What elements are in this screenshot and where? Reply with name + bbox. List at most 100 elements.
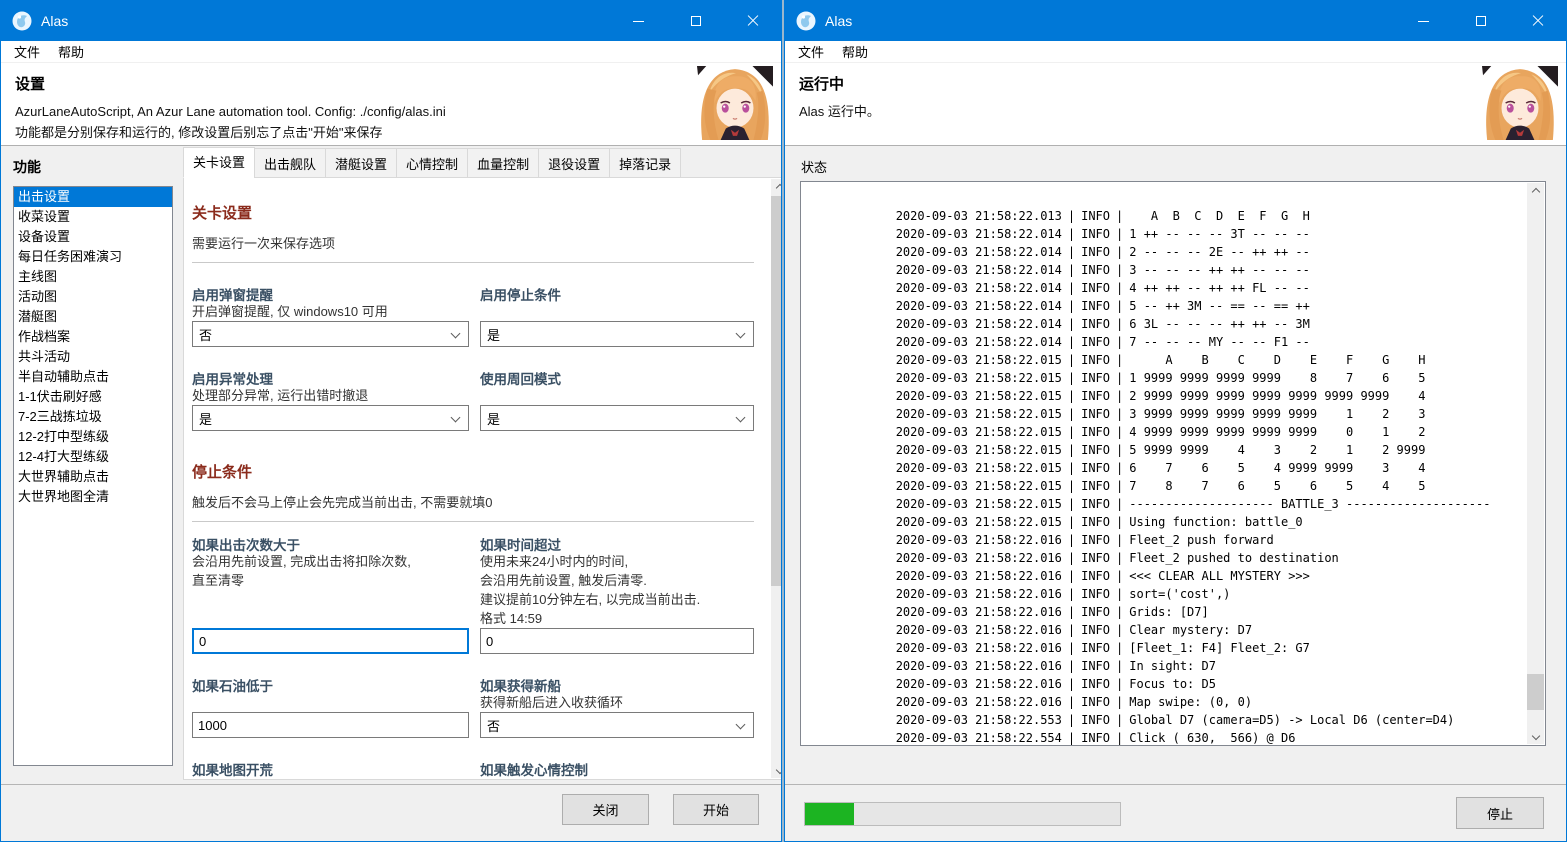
stop-condition-enable-label: 启用停止条件 (480, 284, 754, 302)
log-level: INFO (1081, 389, 1110, 403)
close-window-button[interactable] (1509, 1, 1566, 41)
sidebar-item-harvest-settings[interactable]: 收菜设置 (14, 207, 172, 227)
oil-limit-input[interactable] (192, 712, 469, 738)
log-message: 7 8 7 6 5 6 5 4 5 (1129, 479, 1425, 493)
log-timestamp: 2020-09-03 21:58:22.016 (896, 677, 1062, 691)
settings-scrollbar[interactable] (771, 179, 781, 778)
sidebar-item-war-archives[interactable]: 作战档案 (14, 327, 172, 347)
scrollbar-thumb[interactable] (1527, 674, 1544, 710)
log-message: -------------------- BATTLE_3 ----------… (1129, 497, 1490, 511)
sidebar-item-submarine-map[interactable]: 潜艇图 (14, 307, 172, 327)
maximize-button[interactable] (667, 1, 724, 41)
log-level: INFO (1081, 497, 1110, 511)
sortie-count-input[interactable] (192, 628, 469, 654)
menu-file[interactable]: 文件 (5, 40, 49, 63)
sidebar-item-os-map-clear[interactable]: 大世界地图全清 (14, 487, 172, 507)
log-separator: | (1110, 677, 1129, 691)
log-separator: | (1062, 695, 1081, 709)
log-level: INFO (1081, 425, 1110, 439)
log-level: INFO (1081, 281, 1110, 295)
log-separator: | (1062, 587, 1081, 601)
scroll-up-icon[interactable] (1527, 183, 1544, 200)
window-title: Alas (41, 13, 68, 29)
log-separator: | (1110, 335, 1129, 349)
popup-reminder-select[interactable]: 否 (192, 321, 469, 347)
sidebar-item-event-map[interactable]: 活动图 (14, 287, 172, 307)
tab-submarine-settings[interactable]: 潜艇设置 (325, 148, 397, 178)
close-window-button[interactable] (724, 1, 781, 41)
log-message: 1 9999 9999 9999 9999 8 7 6 5 (1129, 371, 1425, 385)
new-ship-select[interactable]: 否 (480, 712, 754, 738)
log-message: Global D7 (camera=D5) -> Local D6 (cente… (1129, 713, 1454, 727)
log-message: A B C D E F G H (1129, 209, 1310, 223)
error-handling-select[interactable]: 是 (192, 405, 469, 431)
sidebar-item-12-2-medium-leveling[interactable]: 12-2打中型练级 (14, 427, 172, 447)
log-level: INFO (1081, 623, 1110, 637)
close-button[interactable]: 关闭 (562, 794, 649, 825)
log-level: INFO (1081, 461, 1110, 475)
log-message: 6 7 6 5 4 9999 9999 3 4 (1129, 461, 1425, 475)
log-separator: | (1062, 263, 1081, 277)
scroll-down-icon[interactable] (771, 761, 781, 778)
sidebar-item-daily-hard-exercise[interactable]: 每日任务困难演习 (14, 247, 172, 267)
sidebar-title: 功能 (13, 157, 173, 177)
start-button[interactable]: 开始 (673, 794, 759, 825)
minimize-button[interactable] (1395, 1, 1452, 41)
log-separator: | (1110, 443, 1129, 457)
header-description: Alas 运行中。 (799, 101, 1552, 122)
log-timestamp: 2020-09-03 21:58:22.015 (896, 461, 1062, 475)
scroll-up-icon[interactable] (771, 179, 781, 196)
log-timestamp: 2020-09-03 21:58:22.015 (896, 371, 1062, 385)
sidebar-item-device-settings[interactable]: 设备设置 (14, 227, 172, 247)
sidebar-item-semi-auto-click[interactable]: 半自动辅助点击 (14, 367, 172, 387)
sidebar-item-sortie-settings[interactable]: 出击设置 (14, 187, 172, 207)
sidebar-item-1-1-affinity[interactable]: 1-1伏击刷好感 (14, 387, 172, 407)
sidebar-item-7-2-trash[interactable]: 7-2三战拣垃圾 (14, 407, 172, 427)
tab-drop-record[interactable]: 掉落记录 (609, 148, 681, 178)
maximize-button[interactable] (1452, 1, 1509, 41)
menu-file[interactable]: 文件 (789, 40, 833, 63)
log-message: [Fleet_1: F4] Fleet_2: G7 (1129, 641, 1310, 655)
log-timestamp: 2020-09-03 21:58:22.016 (896, 605, 1062, 619)
log-timestamp: 2020-09-03 21:58:22.014 (896, 245, 1062, 259)
window-header: 设置 AzurLaneAutoScript, An Azur Lane auto… (1, 63, 781, 146)
menu-bar: 文件 帮助 (785, 41, 1566, 63)
tab-emotion-control[interactable]: 心情控制 (396, 148, 468, 178)
status-label: 状态 (801, 157, 827, 176)
tab-retirement-settings[interactable]: 退役设置 (538, 148, 610, 178)
sidebar-item-main-map[interactable]: 主线图 (14, 267, 172, 287)
log-separator: | (1110, 659, 1129, 673)
log-scrollbar[interactable] (1527, 183, 1544, 744)
log-timestamp: 2020-09-03 21:58:22.553 (896, 713, 1062, 727)
log-message: 4 9999 9999 9999 9999 9999 0 1 2 (1129, 425, 1425, 439)
loop-mode-select[interactable]: 是 (480, 405, 754, 431)
menu-help[interactable]: 帮助 (49, 40, 93, 63)
log-timestamp: 2020-09-03 21:58:22.016 (896, 623, 1062, 637)
log-separator: | (1110, 389, 1129, 403)
log-separator: | (1110, 497, 1129, 511)
log-separator: | (1110, 587, 1129, 601)
menu-help[interactable]: 帮助 (833, 40, 877, 63)
sidebar-item-12-4-large-leveling[interactable]: 12-4打大型练级 (14, 447, 172, 467)
maximize-icon (1476, 16, 1486, 26)
maximize-icon (691, 16, 701, 26)
tab-stage-settings[interactable]: 关卡设置 (183, 147, 255, 178)
time-limit-input[interactable] (480, 628, 754, 654)
log-timestamp: 2020-09-03 21:58:22.016 (896, 569, 1062, 583)
log-separator: | (1062, 569, 1081, 583)
loop-mode-value: 是 (487, 409, 500, 428)
sidebar-item-raid-event[interactable]: 共斗活动 (14, 347, 172, 367)
new-ship-value: 否 (487, 716, 500, 735)
stop-button[interactable]: 停止 (1456, 797, 1544, 829)
scroll-down-icon[interactable] (1527, 727, 1544, 744)
minimize-button[interactable] (610, 1, 667, 41)
scrollbar-thumb[interactable] (771, 196, 781, 586)
sidebar-item-os-assist-click[interactable]: 大世界辅助点击 (14, 467, 172, 487)
log-separator: | (1062, 659, 1081, 673)
stop-condition-enable-select[interactable]: 是 (480, 321, 754, 347)
log-level: INFO (1081, 407, 1110, 421)
tab-hp-control[interactable]: 血量控制 (467, 148, 539, 178)
time-limit-help-3: 建议提前10分钟左右, 以完成当前出击. (480, 590, 754, 609)
log-message: 5 -- ++ 3M -- == -- == ++ (1129, 299, 1310, 313)
tab-sortie-fleet[interactable]: 出击舰队 (254, 148, 326, 178)
